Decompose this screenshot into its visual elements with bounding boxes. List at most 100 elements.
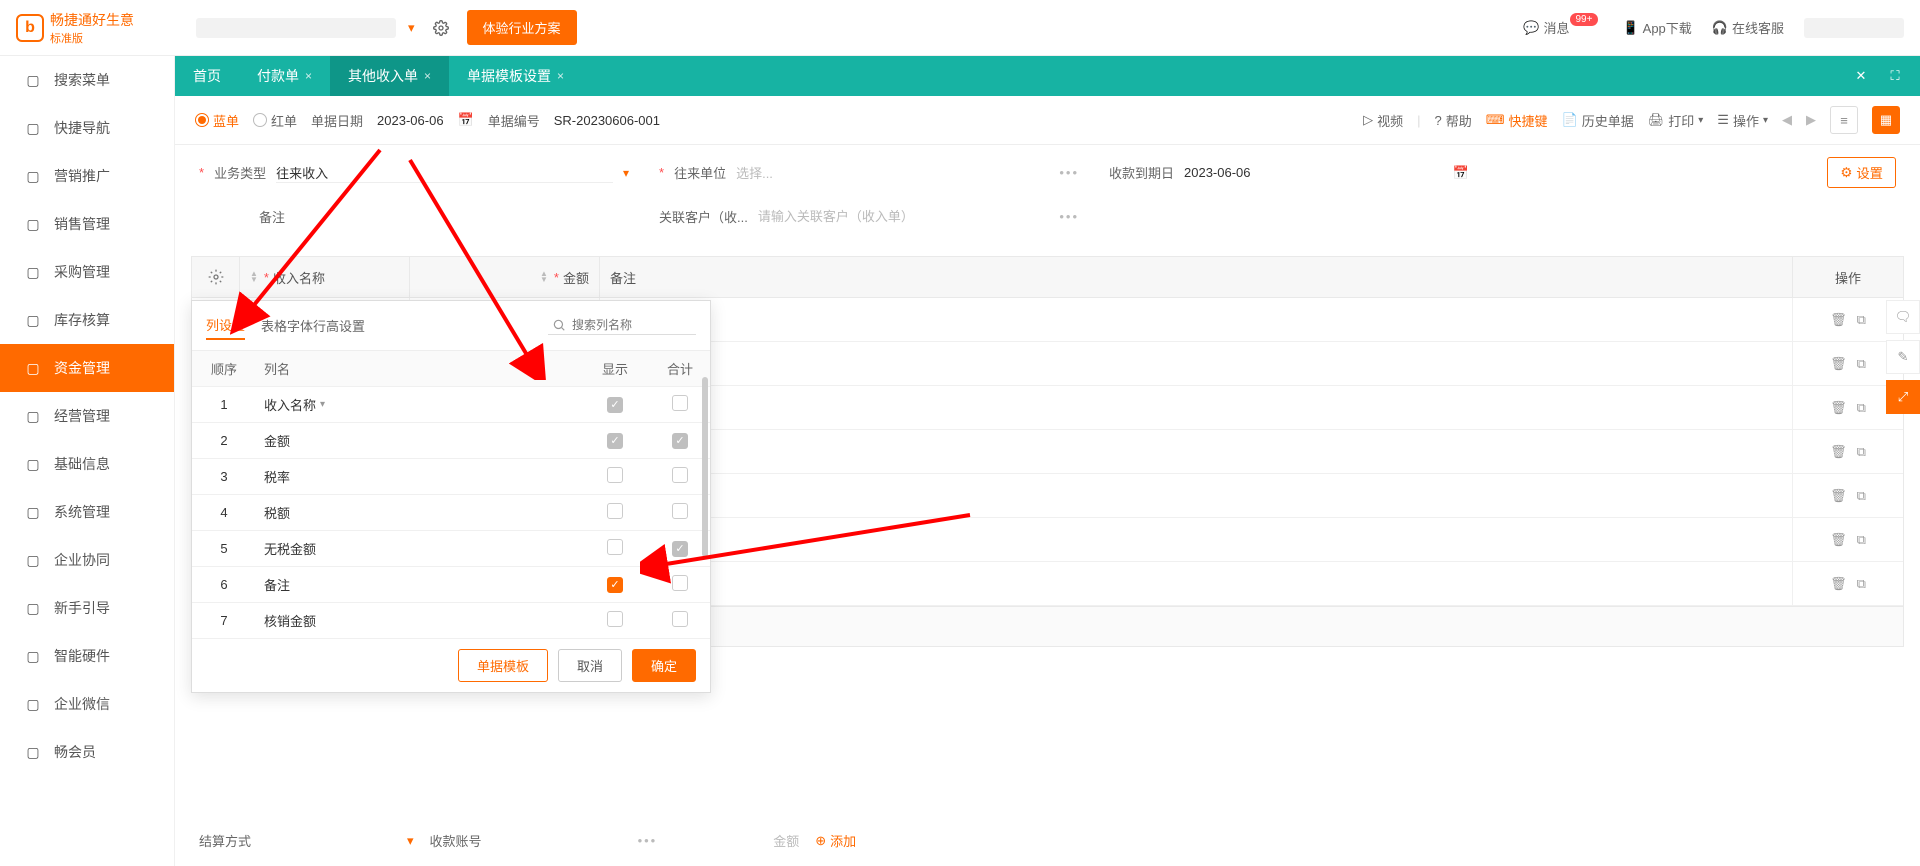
print-button[interactable]: 🖨打印▾ xyxy=(1648,111,1704,130)
confirm-button[interactable]: 确定 xyxy=(632,649,696,682)
sidebar-item-gear[interactable]: ▢系统管理 xyxy=(0,488,174,536)
more-icon[interactable]: ••• xyxy=(1059,209,1079,224)
popup-search-input[interactable] xyxy=(572,318,692,332)
calendar-icon[interactable]: 📅 xyxy=(458,112,474,128)
partner-input[interactable]: 选择... xyxy=(736,163,1049,183)
sidebar-item-bag[interactable]: ▢采购管理 xyxy=(0,248,174,296)
remark-cell[interactable] xyxy=(600,430,1793,473)
tab[interactable]: 其他收入单× xyxy=(330,56,449,96)
chevron-down-icon[interactable]: ▾ xyxy=(407,833,414,849)
bill-date-value[interactable]: 2023-06-06 xyxy=(377,113,444,128)
remark-cell[interactable] xyxy=(600,298,1793,341)
copy-icon[interactable]: ⧉ xyxy=(1857,576,1866,592)
sidebar-item-search[interactable]: ▢搜索菜单 xyxy=(0,56,174,104)
copy-icon[interactable]: ⧉ xyxy=(1857,400,1866,416)
message-button[interactable]: 💬 消息 99+ xyxy=(1523,18,1602,37)
sidebar-item-crown[interactable]: ▢销售管理 xyxy=(0,200,174,248)
remark-cell[interactable] xyxy=(600,342,1793,385)
calendar-icon[interactable]: 📅 xyxy=(1453,165,1469,181)
user-name-placeholder[interactable] xyxy=(1804,18,1904,38)
remark-cell[interactable] xyxy=(600,562,1793,605)
video-button[interactable]: ▷视频 xyxy=(1363,111,1403,130)
add-button[interactable]: ⊕ 添加 xyxy=(815,831,856,850)
copy-icon[interactable]: ⧉ xyxy=(1857,356,1866,372)
delete-icon[interactable]: 🗑 xyxy=(1830,532,1847,548)
sidebar-item-device[interactable]: ▢智能硬件 xyxy=(0,632,174,680)
sidebar-item-grid[interactable]: ▢基础信息 xyxy=(0,440,174,488)
col-income-name[interactable]: ▲▼ *收入名称 xyxy=(240,257,410,297)
settings-button[interactable]: ⚙ 设置 xyxy=(1827,157,1896,188)
col-remark[interactable]: 备注 xyxy=(600,257,1793,297)
sidebar-item-building[interactable]: ▢企业协同 xyxy=(0,536,174,584)
sidebar-item-vip[interactable]: ▢畅会员 xyxy=(0,728,174,776)
remark-cell[interactable] xyxy=(600,518,1793,561)
delete-icon[interactable]: 🗑 xyxy=(1830,356,1847,372)
grid-settings-button[interactable] xyxy=(192,257,240,297)
expand-icon[interactable]: ⤢ xyxy=(1886,380,1920,414)
template-button[interactable]: 单据模板 xyxy=(458,649,548,682)
history-button[interactable]: 📄历史单据 xyxy=(1562,111,1634,130)
app-download-button[interactable]: 📱 App下载 xyxy=(1622,18,1691,37)
col-amount[interactable]: ▲▼ *金额 xyxy=(410,257,600,297)
delete-icon[interactable]: 🗑 xyxy=(1830,576,1847,592)
layout-card-icon[interactable]: ▦ xyxy=(1872,106,1900,134)
next-icon[interactable]: ▶ xyxy=(1806,112,1816,128)
copy-icon[interactable]: ⧉ xyxy=(1857,532,1866,548)
search-icon xyxy=(552,318,566,332)
remark-input[interactable] xyxy=(295,216,629,217)
prev-icon[interactable]: ◀ xyxy=(1782,112,1792,128)
popup-tab-font[interactable]: 表格字体行高设置 xyxy=(261,312,365,339)
delete-icon[interactable]: 🗑 xyxy=(1830,488,1847,504)
layout-list-icon[interactable]: ≡ xyxy=(1830,106,1858,134)
due-date-input[interactable]: 2023-06-06 xyxy=(1184,165,1443,181)
popup-scrollbar[interactable] xyxy=(702,377,708,557)
delete-icon[interactable]: 🗑 xyxy=(1830,400,1847,416)
close-icon[interactable]: × xyxy=(557,69,564,83)
tab[interactable]: 首页 xyxy=(175,56,239,96)
online-service-button[interactable]: 🎧 在线客服 xyxy=(1712,18,1784,37)
help-button[interactable]: ?帮助 xyxy=(1435,111,1472,130)
chevron-down-icon[interactable]: ▾ xyxy=(408,20,415,36)
chevron-down-icon[interactable]: ▾ xyxy=(623,166,629,180)
delete-icon[interactable]: 🗑 xyxy=(1830,444,1847,460)
close-icon[interactable]: × xyxy=(305,69,312,83)
sidebar-item-house[interactable]: ▢库存核算 xyxy=(0,296,174,344)
shortcut-button[interactable]: ⌨快捷键 xyxy=(1486,111,1548,130)
tab-expand-icon[interactable]: ⛶ xyxy=(1882,63,1908,89)
experience-button[interactable]: 体验行业方案 xyxy=(467,10,577,45)
tab[interactable]: 单据模板设置× xyxy=(449,56,582,96)
remark-cell[interactable] xyxy=(600,386,1793,429)
sidebar-item-wallet[interactable]: ▢资金管理 xyxy=(0,344,174,392)
plus-circle-icon: ⊕ xyxy=(815,833,826,849)
delete-icon[interactable]: 🗑 xyxy=(1830,312,1847,328)
copy-icon[interactable]: ⧉ xyxy=(1857,444,1866,460)
copy-icon[interactable]: ⧉ xyxy=(1857,488,1866,504)
main-area: 首页付款单×其他收入单×单据模板设置× ✕ ⛶ 蓝单 红单 单据日期 2023-… xyxy=(175,56,1920,866)
operate-button[interactable]: ☰操作▾ xyxy=(1717,111,1768,130)
sidebar-item-gift[interactable]: ▢营销推广 xyxy=(0,152,174,200)
rel-customer-input[interactable]: 请输入关联客户（收入单） xyxy=(758,206,1050,226)
radio-blue[interactable]: 蓝单 xyxy=(195,111,239,130)
biz-type-select[interactable]: 往来收入 xyxy=(276,163,613,183)
top-header: b 畅捷通好生意 标准版 ▾ 体验行业方案 💬 消息 99+ 📱 App下载 🎧… xyxy=(0,0,1920,56)
more-icon[interactable]: ••• xyxy=(1059,165,1079,180)
sidebar-item-play[interactable]: ▢新手引导 xyxy=(0,584,174,632)
sidebar-item-home[interactable]: ▢快捷导航 xyxy=(0,104,174,152)
grid-header: ▲▼ *收入名称 ▲▼ *金额 备注 操作 xyxy=(191,256,1904,298)
remark-cell[interactable] xyxy=(600,474,1793,517)
sidebar-item-doc[interactable]: ▢经营管理 xyxy=(0,392,174,440)
chevron-down-icon[interactable]: ▾ xyxy=(320,399,325,410)
tab-close-all-icon[interactable]: ✕ xyxy=(1848,63,1874,89)
radio-red[interactable]: 红单 xyxy=(253,111,297,130)
tab[interactable]: 付款单× xyxy=(239,56,330,96)
sidebar-item-wechat[interactable]: ▢企业微信 xyxy=(0,680,174,728)
copy-icon[interactable]: ⧉ xyxy=(1857,312,1866,328)
note-icon[interactable]: 🗨 xyxy=(1886,300,1920,334)
gear-icon[interactable] xyxy=(427,14,455,42)
close-icon[interactable]: × xyxy=(424,69,431,83)
popup-tab-columns[interactable]: 列设置 xyxy=(206,311,245,340)
more-icon[interactable]: ••• xyxy=(638,833,658,848)
cancel-button[interactable]: 取消 xyxy=(558,649,622,682)
edit-icon[interactable]: ✎ xyxy=(1886,340,1920,374)
doc-icon: ▢ xyxy=(24,407,42,425)
